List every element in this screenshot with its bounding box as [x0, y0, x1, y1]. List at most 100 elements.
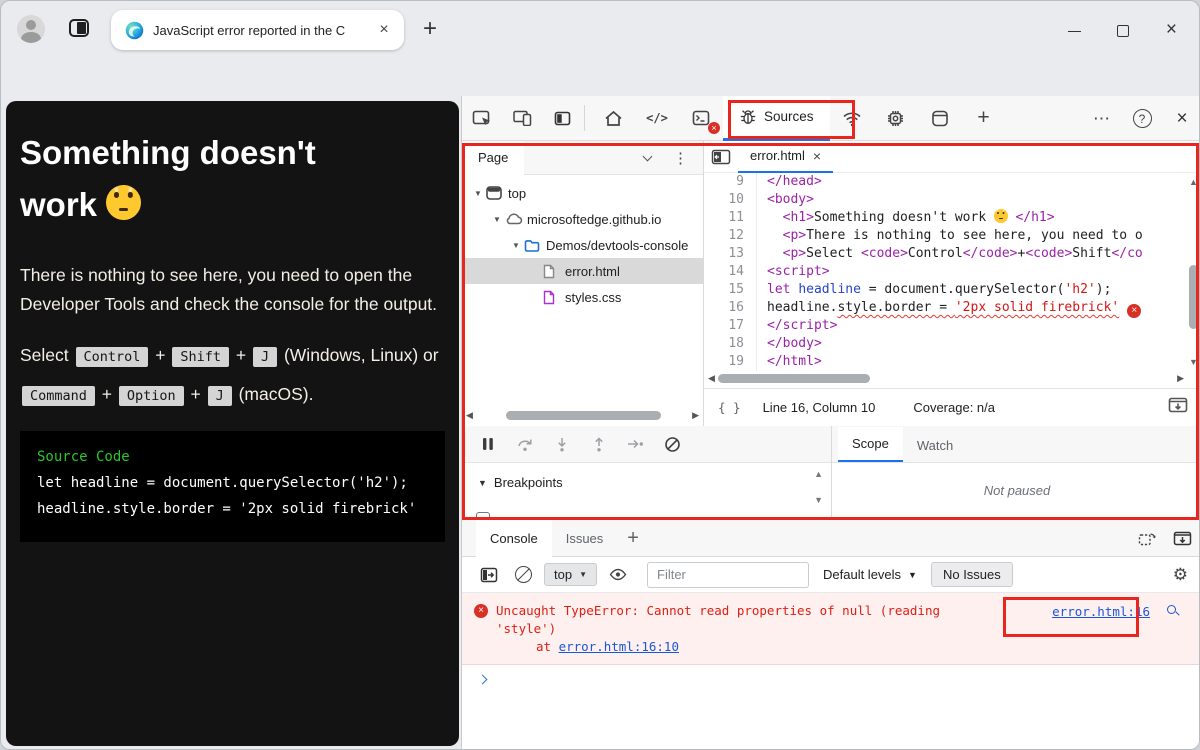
code-line-10[interactable]: 10<body>	[704, 191, 1200, 209]
tab-error-html[interactable]: error.html ×	[738, 141, 833, 173]
maximize-button[interactable]	[1117, 25, 1129, 37]
scrollbar-thumb[interactable]	[718, 374, 870, 383]
no-issues-button[interactable]: No Issues	[931, 562, 1013, 587]
tree-item-error-html[interactable]: error.html	[462, 258, 703, 284]
tree-item-styles-css[interactable]: styles.css	[462, 284, 703, 310]
inspect-icon[interactable]	[462, 99, 502, 137]
error-source-link[interactable]: error.html:16	[1052, 603, 1150, 621]
scrollbar-thumb[interactable]	[506, 411, 661, 420]
console-settings-gear-icon[interactable]: ⚙	[1173, 565, 1188, 585]
code-line-13[interactable]: 13 <p>Select <code>Control</code>+<code>…	[704, 245, 1200, 263]
code-line-17[interactable]: 17</script>	[704, 317, 1200, 335]
devtools-close-icon[interactable]: ×	[1162, 100, 1200, 138]
tree-item-microsoftedge-github-io[interactable]: ▼microsoftedge.github.io	[462, 206, 703, 232]
breakpoints-section[interactable]: ▼ Breakpoints	[462, 463, 831, 490]
scroll-up-icon[interactable]: ▲	[1189, 177, 1198, 187]
application-storage-icon[interactable]	[918, 99, 962, 137]
tab-close-icon[interactable]: ×	[374, 21, 394, 39]
scroll-down-icon[interactable]: ▼	[814, 495, 823, 505]
window-close-button[interactable]: ×	[1166, 19, 1177, 41]
browser-tab[interactable]: JavaScript error reported in the C ×	[111, 10, 404, 50]
performance-cpu-icon[interactable]	[874, 99, 918, 137]
tab-scope[interactable]: Scope	[838, 427, 903, 462]
code-line-9[interactable]: 9</head>	[704, 173, 1200, 191]
tab-watch[interactable]: Watch	[903, 429, 967, 462]
profile-avatar[interactable]	[17, 15, 45, 43]
scroll-right-icon[interactable]: ▶	[692, 410, 699, 421]
step-into-icon[interactable]	[544, 428, 579, 460]
step-out-icon[interactable]	[581, 428, 616, 460]
code-line-12[interactable]: 12 <p>There is nothing to see here, you …	[704, 227, 1200, 245]
more-tools-plus-icon[interactable]: +	[962, 99, 1006, 137]
inline-error-icon[interactable]: ×	[1127, 304, 1141, 318]
editor-hscrollbar[interactable]: ◀ ▶	[704, 371, 1200, 388]
step-over-icon[interactable]	[507, 428, 542, 460]
tree-expand-caret[interactable]: ▼	[508, 241, 524, 250]
scroll-up-icon[interactable]: ▲	[814, 469, 823, 479]
pause-icon[interactable]	[470, 428, 505, 460]
tree-item-demos-devtools-console[interactable]: ▼Demos/devtools-console	[462, 232, 703, 258]
step-icon[interactable]	[618, 428, 653, 460]
line-number[interactable]: 12	[704, 227, 756, 245]
tab-console[interactable]: Console	[476, 520, 552, 557]
scroll-left-icon[interactable]: ◀	[466, 410, 473, 421]
code-line-18[interactable]: 18</body>	[704, 335, 1200, 353]
line-number[interactable]: 13	[704, 245, 756, 263]
context-selector[interactable]: top ▼	[544, 563, 597, 586]
filter-input[interactable]	[647, 562, 809, 588]
code-line-15[interactable]: 15let headline = document.querySelector(…	[704, 281, 1200, 299]
add-drawer-tab-icon[interactable]: +	[627, 527, 639, 550]
line-number[interactable]: 17	[704, 317, 756, 335]
tree-item-top[interactable]: ▼top	[462, 180, 703, 206]
pretty-print-icon[interactable]: { }	[718, 400, 741, 415]
line-number[interactable]: 11	[704, 209, 756, 227]
scroll-left-icon[interactable]: ◀	[708, 373, 715, 384]
scroll-right-icon[interactable]: ▶	[1177, 373, 1184, 384]
breakpoint-checkbox[interactable]	[476, 512, 490, 519]
console-sidebar-icon[interactable]	[472, 560, 506, 590]
expand-drawer-icon[interactable]	[1173, 531, 1192, 546]
console-prompt[interactable]	[462, 665, 1200, 693]
line-number[interactable]: 16	[704, 299, 756, 317]
dock-side-icon[interactable]	[542, 99, 582, 137]
tab-sources[interactable]: Sources	[723, 96, 830, 141]
dock-drawer-icon[interactable]	[1168, 397, 1188, 413]
device-emulation-icon[interactable]	[502, 99, 542, 137]
network-conditions-icon[interactable]	[830, 99, 874, 137]
code-editor[interactable]: 9</head>10<body>11 <h1>Something doesn't…	[704, 173, 1200, 371]
scroll-down-icon[interactable]: ▼	[1189, 357, 1198, 367]
tab-actions-icon[interactable]	[69, 19, 89, 37]
log-levels-dropdown[interactable]: Default levels ▼	[823, 567, 917, 582]
new-tab-button[interactable]: +	[423, 15, 437, 43]
elements-icon[interactable]: </>	[635, 99, 679, 137]
editor-vscrollbar[interactable]: ▲ ▼	[1187, 177, 1200, 367]
tab-issues[interactable]: Issues	[552, 520, 618, 557]
navigator-hscrollbar[interactable]: ◀ ▶	[464, 408, 701, 423]
live-expression-eye-icon[interactable]	[601, 560, 635, 590]
code-line-16[interactable]: 16headline.style.border = '2px solid fir…	[704, 299, 1200, 317]
help-icon[interactable]: ?	[1122, 100, 1162, 138]
navigator-menu-icon[interactable]: ⋮	[673, 149, 689, 167]
tree-expand-caret[interactable]: ▼	[470, 189, 486, 198]
chevron-down-icon[interactable]	[643, 151, 653, 161]
editor-tab-close-icon[interactable]: ×	[813, 148, 821, 164]
code-line-19[interactable]: 19</html>	[704, 353, 1200, 371]
minimize-button[interactable]	[1068, 31, 1081, 32]
welcome-home-icon[interactable]	[591, 99, 635, 137]
undock-drawer-icon[interactable]	[1138, 531, 1157, 546]
devtools-menu-icon[interactable]: ⋯	[1082, 100, 1122, 138]
search-magnifier-icon[interactable]	[1167, 605, 1176, 614]
hide-navigator-icon[interactable]	[704, 149, 738, 165]
code-line-14[interactable]: 14<script>	[704, 263, 1200, 281]
line-number[interactable]: 19	[704, 353, 756, 371]
line-number[interactable]: 10	[704, 191, 756, 209]
stack-frame-link[interactable]: error.html:16:10	[559, 639, 679, 654]
code-line-11[interactable]: 11 <h1>Something doesn't work </h1>	[704, 209, 1200, 227]
scrollbar-thumb[interactable]	[1189, 265, 1198, 329]
clear-console-icon[interactable]	[506, 560, 540, 590]
tree-expand-caret[interactable]: ▼	[489, 215, 505, 224]
line-number[interactable]: 14	[704, 263, 756, 281]
line-number[interactable]: 18	[704, 335, 756, 353]
console-drawer-icon[interactable]: ×	[679, 99, 723, 137]
tab-page[interactable]: Page	[462, 141, 524, 175]
